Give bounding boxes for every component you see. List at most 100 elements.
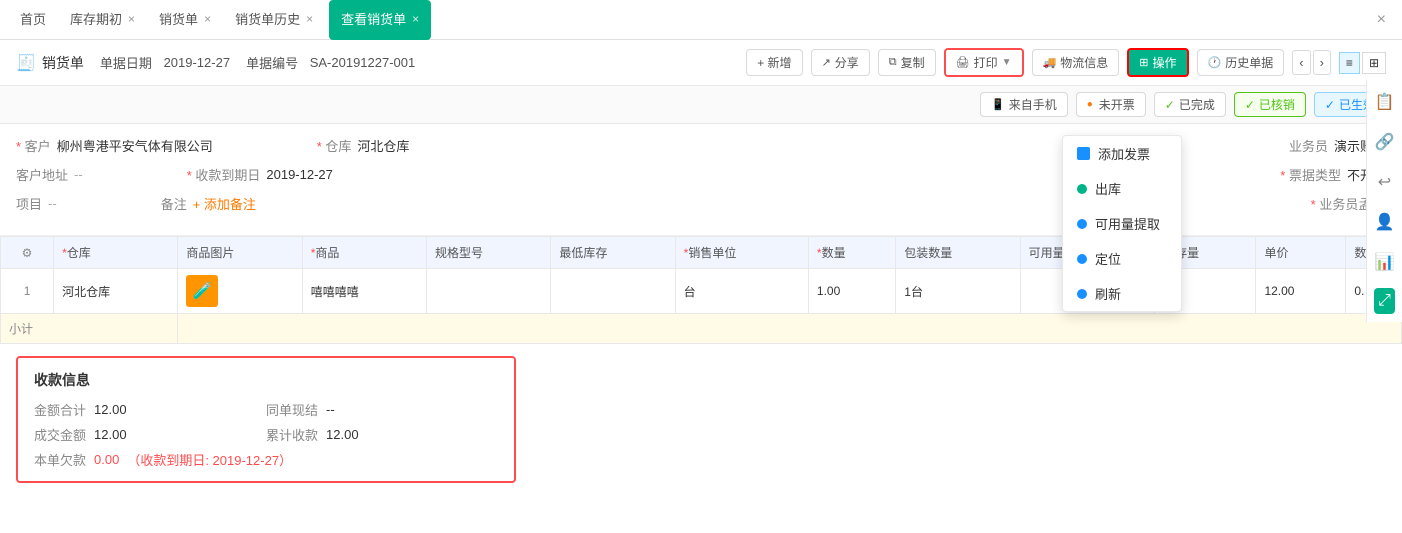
panel-icon-1[interactable]: 📋 — [1371, 88, 1399, 116]
panel-icon-4[interactable]: 👤 — [1371, 208, 1399, 236]
not-open-button[interactable]: 未开票 — [1076, 92, 1146, 117]
table-row: 1 河北仓库 🧪 嘻嘻嘻嘻 台 1.00 1台 12.00 — [1, 269, 1402, 314]
view-toggle: ≡ ⊞ — [1339, 52, 1386, 74]
project-field: 项目 -- — [16, 194, 57, 213]
sales-staff-label: 业务员孟 — [1311, 194, 1372, 213]
list-view-button[interactable]: ≡ — [1339, 52, 1360, 74]
payment-info-box: 收款信息 金额合计 12.00 同单现结 -- 成交金额 12.00 累计收款 … — [16, 356, 516, 483]
balance-item: 本单欠款 0.00 （收款到期日: 2019-12-27） — [34, 450, 498, 469]
doc-title-text: 销货单 — [42, 53, 84, 73]
customer-label: 客户 — [16, 136, 51, 155]
doc-number-label: 单据编号 SA-20191227-001 — [246, 53, 415, 72]
warehouse-value: 河北仓库 — [357, 136, 409, 155]
deal-amount-item: 成交金额 12.00 — [34, 425, 266, 444]
history-button[interactable]: 🕐 历史单据 — [1197, 49, 1285, 76]
col-unit: *销售单位 — [675, 237, 808, 269]
add-invoice-item[interactable]: 添加发票 — [1063, 136, 1181, 171]
address-label: 客户地址 — [16, 165, 68, 184]
nav-arrows: ‹ › — [1292, 50, 1331, 75]
col-price: 单价 — [1256, 237, 1346, 269]
new-button[interactable]: + 新增 — [746, 49, 802, 76]
col-quantity: *数量 — [808, 237, 895, 269]
balance-note: （收款到期日: 2019-12-27） — [127, 450, 292, 469]
tab-inventory-init[interactable]: 库存期初 × — [58, 0, 147, 40]
add-remark-button[interactable]: 添加备注 — [193, 194, 256, 213]
deal-amount-label: 成交金额 — [34, 425, 86, 444]
sub-toolbar: 📱 来自手机 未开票 ✓ 已完成 ✓ 已核销 ✓ 已生效 — [0, 86, 1402, 124]
next-button[interactable]: › — [1313, 50, 1331, 75]
outbound-item[interactable]: 出库 — [1063, 171, 1181, 206]
complete-button[interactable]: ✓ 已完成 — [1154, 92, 1226, 117]
available-qty-label: 可用量提取 — [1095, 214, 1160, 233]
total-label: 金额合计 — [34, 400, 86, 419]
sold-button[interactable]: ✓ 已核销 — [1234, 92, 1306, 117]
tab-home[interactable]: 首页 — [8, 0, 58, 40]
col-pack-qty: 包装数量 — [896, 237, 1020, 269]
tab-view-sales[interactable]: 查看销货单 × — [329, 0, 431, 40]
deal-amount-value: 12.00 — [94, 427, 127, 442]
row-pack-qty: 1台 — [896, 269, 1020, 314]
subtotal-empty — [178, 314, 1402, 344]
tab-bar: 首页 库存期初 × 销货单 × 销货单历史 × 查看销货单 × × — [0, 0, 1402, 40]
operation-button[interactable]: ⊞ 操作 — [1127, 48, 1188, 77]
panel-icon-expand[interactable]: ⤢ — [1374, 288, 1395, 314]
warehouse-label: 仓库 — [317, 136, 352, 155]
doc-meta: 单据日期 2019-12-27 单据编号 SA-20191227-001 — [100, 53, 415, 72]
refresh-label: 刷新 — [1095, 284, 1121, 303]
col-gear: ⚙ — [1, 237, 54, 269]
staff-label: 业务员 — [1289, 136, 1328, 155]
doc-icon: 🧾 — [16, 53, 36, 73]
window-close-button[interactable]: × — [1369, 11, 1394, 29]
print-button[interactable]: 🖨 打印 ▼ — [944, 48, 1024, 77]
doc-date-label: 单据日期 2019-12-27 — [100, 53, 230, 72]
cumulative-label: 累计收款 — [266, 425, 318, 444]
doc-date-value: 2019-12-27 — [164, 55, 231, 70]
outbound-icon — [1077, 184, 1087, 194]
tab-close-history[interactable]: × — [306, 12, 313, 26]
remark-field: 备注 添加备注 — [161, 194, 256, 213]
tab-sales[interactable]: 销货单 × — [147, 0, 223, 40]
payment-grid: 金额合计 12.00 同单现结 -- 成交金额 12.00 累计收款 12.00… — [34, 400, 498, 469]
logistics-button[interactable]: 🚚 物流信息 — [1032, 49, 1120, 76]
form-section: 客户 柳州粤港平安气体有限公司 仓库 河北仓库 业务员 演示账号 客户地址 --… — [0, 124, 1402, 236]
grid-view-button[interactable]: ⊞ — [1362, 52, 1386, 74]
copy-button[interactable]: ⧉ 复制 — [878, 49, 936, 76]
row-index: 1 — [1, 269, 54, 314]
tab-close-inventory[interactable]: × — [128, 12, 135, 26]
doc-header: 🧾 销货单 单据日期 2019-12-27 单据编号 SA-20191227-0… — [0, 40, 1402, 86]
col-warehouse: *仓库 — [54, 237, 178, 269]
refresh-item[interactable]: 刷新 — [1063, 276, 1181, 311]
warehouse-field: 仓库 河北仓库 — [317, 136, 410, 155]
panel-icon-5[interactable]: 📊 — [1371, 248, 1399, 276]
product-table-wrap: ⚙ *仓库 商品图片 *商品 规格型号 最低库存 *销售单位 *数量 包装数量 … — [0, 236, 1402, 344]
tab-close-view[interactable]: × — [412, 12, 419, 26]
balance-label: 本单欠款 — [34, 450, 86, 469]
subtotal-label: 小计 — [1, 314, 178, 344]
doc-number-value: SA-20191227-001 — [310, 55, 416, 70]
prev-button[interactable]: ‹ — [1292, 50, 1310, 75]
main-content: 🧾 销货单 单据日期 2019-12-27 单据编号 SA-20191227-0… — [0, 40, 1402, 533]
address-value: -- — [74, 167, 83, 182]
col-spec: 规格型号 — [427, 237, 551, 269]
refresh-icon — [1077, 289, 1087, 299]
product-image: 🧪 — [186, 275, 218, 307]
operation-dropdown: 添加发票 出库 可用量提取 定位 刷新 — [1062, 135, 1182, 312]
locate-label: 定位 — [1095, 249, 1121, 268]
locate-item[interactable]: 定位 — [1063, 241, 1181, 276]
from-phone-button[interactable]: 📱 来自手机 — [980, 92, 1068, 117]
ticket-type-label: 票据类型 — [1280, 165, 1341, 184]
payment-date-value: 2019-12-27 — [266, 167, 333, 182]
add-invoice-label: 添加发票 — [1098, 144, 1150, 163]
outbound-label: 出库 — [1095, 179, 1121, 198]
row-warehouse: 河北仓库 — [54, 269, 178, 314]
tab-sales-history[interactable]: 销货单历史 × — [223, 0, 325, 40]
panel-icon-2[interactable]: 🔗 — [1371, 128, 1399, 156]
payment-title: 收款信息 — [34, 370, 498, 390]
available-qty-item[interactable]: 可用量提取 — [1063, 206, 1181, 241]
col-min-stock: 最低库存 — [551, 237, 675, 269]
payment-date-field: 收款到期日 2019-12-27 — [187, 165, 333, 184]
panel-icon-3[interactable]: ↩ — [1374, 168, 1395, 196]
share-button[interactable]: ↗ 分享 — [811, 49, 870, 76]
row-price: 12.00 — [1256, 269, 1346, 314]
tab-close-sales[interactable]: × — [204, 12, 211, 26]
